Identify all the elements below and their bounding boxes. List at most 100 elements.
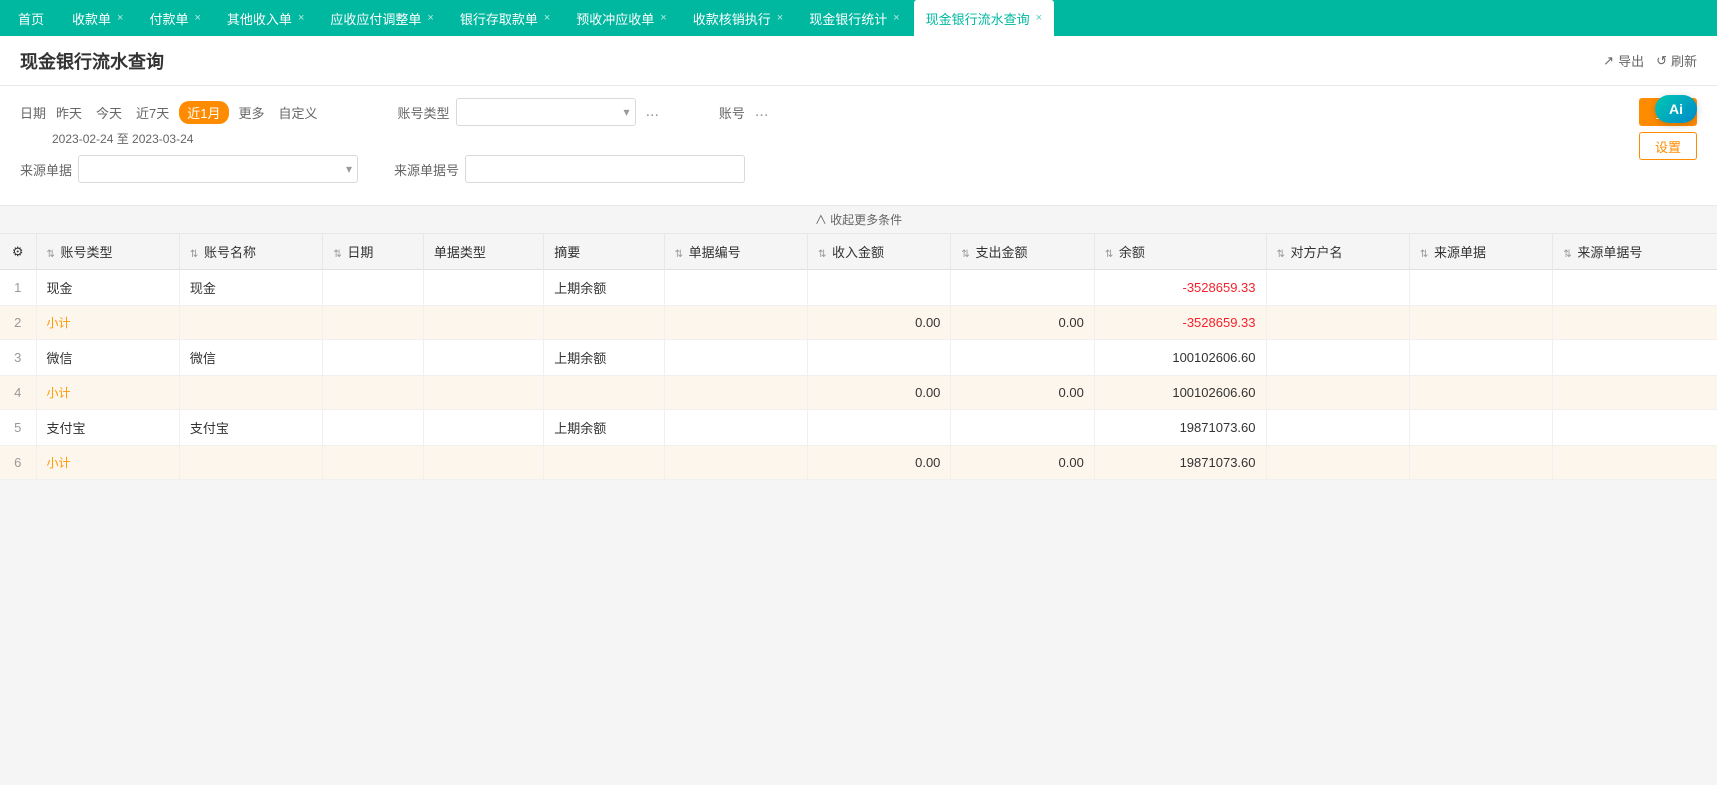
sort-icon-counterparty: ⇅: [1277, 249, 1285, 260]
cell-summary: 上期余额: [544, 340, 664, 376]
filter-row-1: 日期 昨天 今天 近7天 近1月 更多 自定义 账号类型: [20, 98, 1639, 126]
nav-home[interactable]: 首页: [4, 5, 58, 32]
cell-row-no: 6: [0, 446, 36, 480]
account-type-select[interactable]: [456, 98, 636, 126]
th-account-type[interactable]: ⇅ 账号类型: [36, 234, 179, 270]
nav-tab-1[interactable]: 付款单 ×: [137, 0, 212, 36]
cell-doc-no: [664, 340, 807, 376]
nav-close-3[interactable]: ×: [427, 12, 433, 24]
refresh-icon: ↺: [1656, 53, 1667, 69]
sort-icon-expense: ⇅: [961, 249, 969, 260]
th-gear[interactable]: ⚙: [0, 234, 36, 270]
table-row[interactable]: 6 小计 0.00 0.00 19871073.60: [0, 446, 1717, 480]
nav-close-2[interactable]: ×: [298, 12, 304, 24]
sort-icon-source-doc-no: ⇅: [1563, 249, 1571, 260]
date-filter-field: 日期 昨天 今天 近7天 近1月 更多 自定义: [20, 101, 322, 124]
cell-date: [323, 376, 424, 410]
cell-summary: [544, 446, 664, 480]
page-header: 现金银行流水查询 ↗ 导出 ↺ 刷新: [0, 36, 1717, 86]
th-summary[interactable]: 摘要: [544, 234, 664, 270]
table-row[interactable]: 2 小计 0.00 0.00 -3528659.33: [0, 306, 1717, 340]
account-field-dots[interactable]: ...: [751, 103, 772, 121]
cell-doc-no: [664, 376, 807, 410]
account-type-select-wrapper: [456, 98, 636, 126]
gear-icon[interactable]: ⚙: [12, 244, 24, 259]
date-btn-yesterday[interactable]: 昨天: [52, 101, 86, 124]
source-doc-select[interactable]: [78, 155, 358, 183]
cell-date: [323, 270, 424, 306]
nav-close-8[interactable]: ×: [1036, 12, 1042, 24]
nav-tab-2[interactable]: 其他收入单 ×: [215, 0, 316, 36]
th-date[interactable]: ⇅ 日期: [323, 234, 424, 270]
date-btn-custom[interactable]: 自定义: [275, 101, 322, 124]
nav-close-7[interactable]: ×: [893, 12, 899, 24]
date-btn-7days[interactable]: 近7天: [132, 101, 173, 124]
filter-main-row: 日期 昨天 今天 近7天 近1月 更多 自定义 账号类型: [20, 98, 1697, 193]
source-doc-no-input[interactable]: [465, 155, 745, 183]
nav-tab-0[interactable]: 收款单 ×: [60, 0, 135, 36]
date-btn-1month[interactable]: 近1月: [179, 101, 228, 124]
cell-account-type: 现金: [36, 270, 179, 306]
th-income[interactable]: ⇅ 收入金额: [808, 234, 951, 270]
cell-account-name: 现金: [179, 270, 322, 306]
cell-account-name: 支付宝: [179, 410, 322, 446]
cell-source-doc-no: [1553, 270, 1717, 306]
date-btn-more[interactable]: 更多: [235, 101, 269, 124]
settings-button[interactable]: 设置: [1639, 132, 1697, 160]
cell-counterparty: [1266, 446, 1409, 480]
nav-close-5[interactable]: ×: [660, 12, 666, 24]
cell-counterparty: [1266, 270, 1409, 306]
export-button[interactable]: ↗ 导出: [1603, 51, 1644, 70]
cell-source-doc-no: [1553, 340, 1717, 376]
cell-account-type: 微信: [36, 340, 179, 376]
th-doc-no[interactable]: ⇅ 单据编号: [664, 234, 807, 270]
th-source-doc-no[interactable]: ⇅ 来源单据号: [1553, 234, 1717, 270]
cell-row-no: 4: [0, 376, 36, 410]
source-doc-select-wrapper: [78, 155, 358, 183]
table-row[interactable]: 1 现金 现金 上期余额 -3528659.33: [0, 270, 1717, 306]
th-account-name[interactable]: ⇅ 账号名称: [179, 234, 322, 270]
data-table: ⚙ ⇅ 账号类型 ⇅ 账号名称 ⇅ 日期 单据类型 摘要: [0, 234, 1717, 480]
cell-account-type: 小计: [36, 306, 179, 340]
table-row[interactable]: 5 支付宝 支付宝 上期余额 19871073.60: [0, 410, 1717, 446]
nav-tab-8[interactable]: 现金银行流水查询 ×: [914, 0, 1054, 36]
th-doc-type[interactable]: 单据类型: [423, 234, 543, 270]
nav-tab-7[interactable]: 现金银行统计 ×: [797, 0, 911, 36]
account-label: 账号: [719, 103, 745, 122]
table-container: ⚙ ⇅ 账号类型 ⇅ 账号名称 ⇅ 日期 单据类型 摘要: [0, 234, 1717, 480]
collapse-bar[interactable]: ∧ 收起更多条件: [0, 206, 1717, 234]
cell-balance: -3528659.33: [1094, 270, 1266, 306]
cell-expense: [951, 410, 1094, 446]
nav-tab-6[interactable]: 收款核销执行 ×: [681, 0, 795, 36]
ai-badge[interactable]: Ai: [1655, 95, 1697, 123]
sort-icon-doc-no: ⇅: [675, 249, 683, 260]
th-counterparty[interactable]: ⇅ 对方户名: [1266, 234, 1409, 270]
nav-close-6[interactable]: ×: [777, 12, 783, 24]
cell-counterparty: [1266, 410, 1409, 446]
cell-summary: 上期余额: [544, 270, 664, 306]
th-expense[interactable]: ⇅ 支出金额: [951, 234, 1094, 270]
nav-close-1[interactable]: ×: [194, 12, 200, 24]
nav-close-4[interactable]: ×: [544, 12, 550, 24]
cell-income: 0.00: [808, 446, 951, 480]
cell-date: [323, 340, 424, 376]
nav-tab-3[interactable]: 应收应付调整单 ×: [318, 0, 445, 36]
cell-summary: 上期余额: [544, 410, 664, 446]
sort-icon-balance: ⇅: [1105, 249, 1113, 260]
table-row[interactable]: 4 小计 0.00 0.00 100102606.60: [0, 376, 1717, 410]
date-btn-today[interactable]: 今天: [92, 101, 126, 124]
sort-icon-account-type: ⇅: [47, 249, 55, 260]
nav-tab-4[interactable]: 银行存取款单 ×: [448, 0, 562, 36]
refresh-button[interactable]: ↺ 刷新: [1656, 51, 1697, 70]
cell-income: 0.00: [808, 376, 951, 410]
table-row[interactable]: 3 微信 微信 上期余额 100102606.60: [0, 340, 1717, 376]
account-dots-button[interactable]: ...: [642, 103, 663, 121]
nav-close-0[interactable]: ×: [117, 12, 123, 24]
cell-source-doc-no: [1553, 306, 1717, 340]
nav-tab-5[interactable]: 预收冲应收单 ×: [564, 0, 678, 36]
date-label: 日期: [20, 103, 46, 122]
th-source-doc[interactable]: ⇅ 来源单据: [1409, 234, 1552, 270]
header-actions: ↗ 导出 ↺ 刷新: [1603, 51, 1697, 70]
table-body: 1 现金 现金 上期余额 -3528659.33 2 小计 0.00 0.00 …: [0, 270, 1717, 480]
th-balance[interactable]: ⇅ 余额: [1094, 234, 1266, 270]
